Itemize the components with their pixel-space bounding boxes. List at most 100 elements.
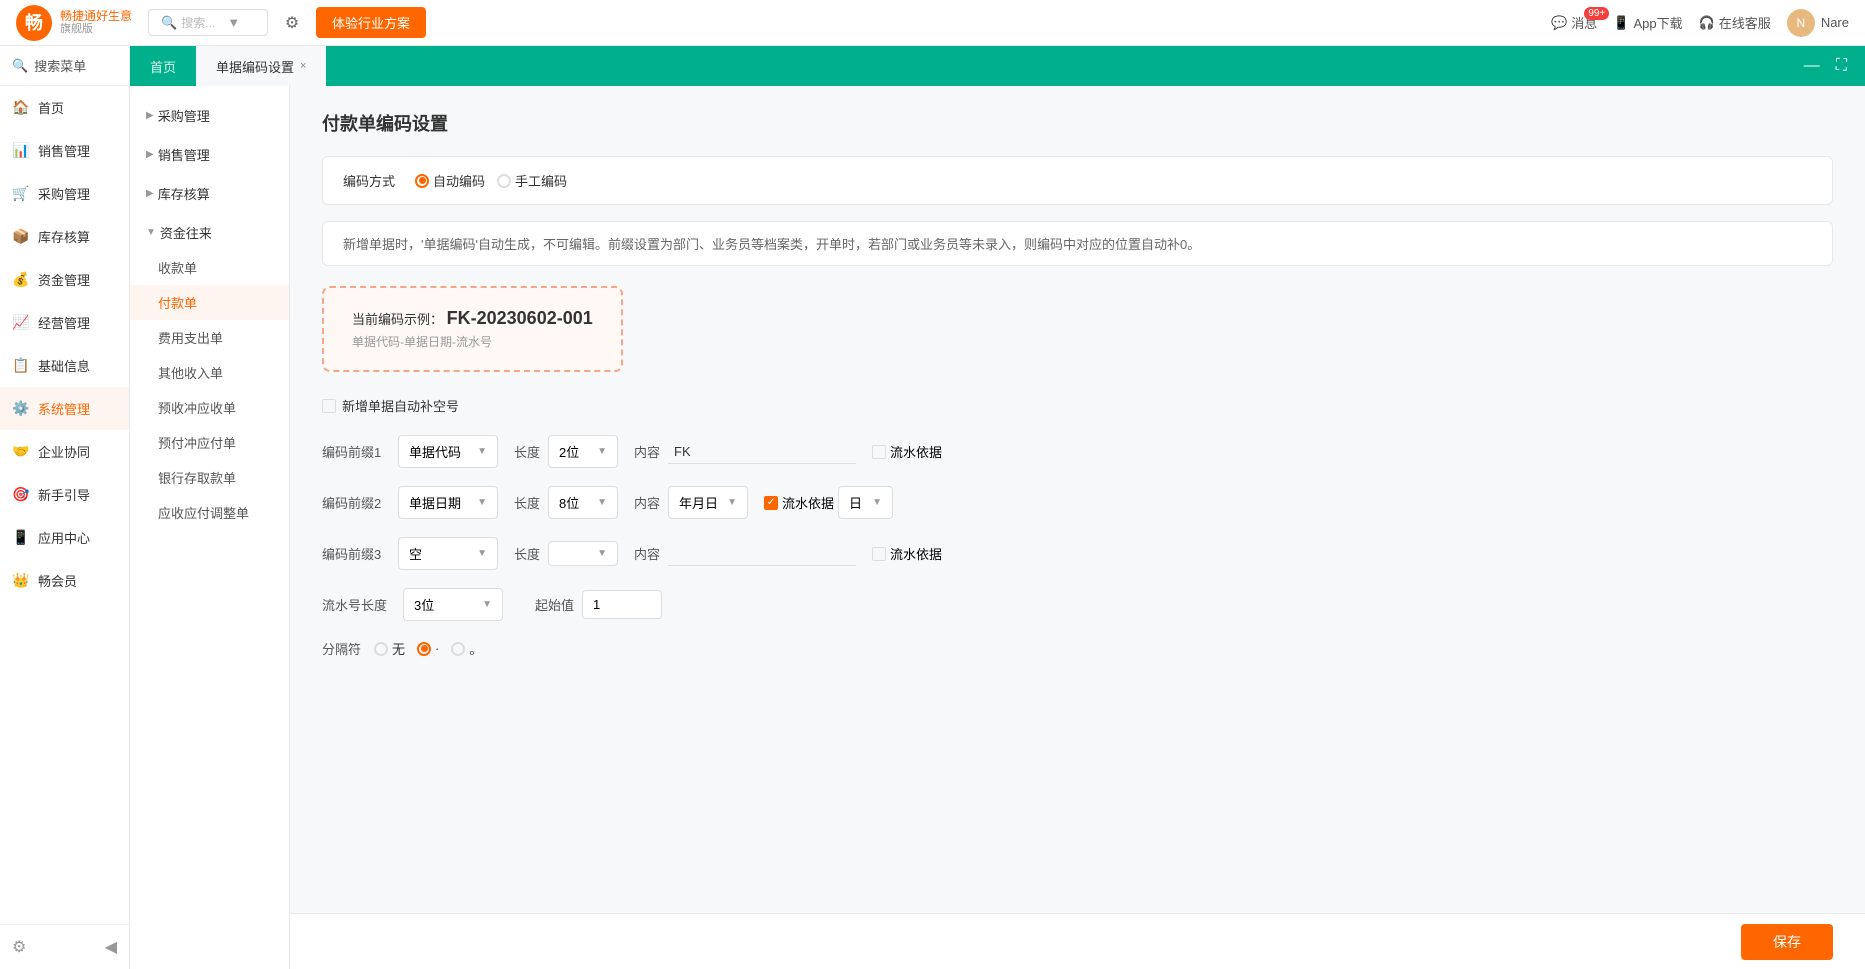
prefix3-select[interactable]: 空 ▼ bbox=[398, 537, 498, 570]
apps-icon: 📱 bbox=[12, 529, 30, 547]
gear-button[interactable]: ⚙ bbox=[276, 7, 308, 39]
minimize-button[interactable]: — bbox=[1798, 57, 1826, 75]
sep-dash-option[interactable]: · bbox=[417, 641, 439, 656]
length2-select[interactable]: 8位 ▼ bbox=[548, 486, 618, 519]
sidebar-search[interactable]: 🔍 搜索菜单 bbox=[0, 46, 129, 86]
sub-nav-header-sales[interactable]: ▶ 销售管理 bbox=[130, 137, 289, 172]
radio-manual-encode[interactable]: 手工编码 bbox=[497, 171, 567, 190]
content2-group: 内容 年月日 ▼ bbox=[634, 486, 748, 519]
sidebar-item-member[interactable]: 👑 畅会员 bbox=[0, 559, 129, 602]
sub-nav-item-bank[interactable]: 银行存取款单 bbox=[130, 460, 289, 495]
logo: 畅 畅捷通好生意 旗舰版 bbox=[16, 5, 132, 41]
top-bar-right: 💬 消息 99+ 📱 App下载 🎧 在线客服 N Nare bbox=[1551, 9, 1849, 37]
prefix1-select[interactable]: 单据代码 ▼ bbox=[398, 435, 498, 468]
fund-icon: 💰 bbox=[12, 271, 30, 289]
chevron-right-icon: ▶ bbox=[146, 110, 154, 121]
sidebar-item-apps[interactable]: 📱 应用中心 bbox=[0, 516, 129, 559]
content1-label: 内容 bbox=[634, 442, 660, 461]
start-value-group: 起始值 bbox=[535, 590, 662, 619]
maximize-button[interactable]: ⛶ bbox=[1830, 57, 1853, 75]
auto-fill-checkbox[interactable] bbox=[322, 399, 336, 413]
sidebar-item-fund[interactable]: 💰 资金管理 bbox=[0, 258, 129, 301]
content1-input[interactable] bbox=[668, 440, 856, 464]
chevron-down-icon: ▼ bbox=[482, 599, 492, 610]
settings-icon[interactable]: ⚙ bbox=[12, 937, 26, 957]
prefix2-select[interactable]: 单据日期 ▼ bbox=[398, 486, 498, 519]
purchase-icon: 🛒 bbox=[12, 185, 30, 203]
sub-nav-item-payment[interactable]: 付款单 bbox=[130, 285, 289, 320]
content3-input[interactable] bbox=[668, 542, 856, 566]
message-badge: 99+ bbox=[1584, 7, 1609, 20]
tab-close-icon[interactable]: × bbox=[300, 60, 306, 72]
sidebar-item-sales[interactable]: 📊 销售管理 bbox=[0, 129, 129, 172]
serial-length-row: 流水号长度 3位 ▼ 起始值 bbox=[322, 588, 1833, 621]
sidebar-item-guide[interactable]: 🎯 新手引导 bbox=[0, 473, 129, 516]
sub-nav-item-adjustment[interactable]: 应收应付调整单 bbox=[130, 495, 289, 530]
content2-select[interactable]: 年月日 ▼ bbox=[668, 486, 748, 519]
sub-nav: ▶ 采购管理 ▶ 销售管理 ▶ 库存核算 bbox=[130, 86, 290, 969]
length2-label: 长度 bbox=[514, 493, 540, 512]
sidebar-bottom: ⚙ ◀ bbox=[0, 924, 129, 969]
cooperation-icon: 🤝 bbox=[12, 443, 30, 461]
sidebar-item-inventory[interactable]: 📦 库存核算 bbox=[0, 215, 129, 258]
sidebar-item-cooperation[interactable]: 🤝 企业协同 bbox=[0, 430, 129, 473]
search-icon: 🔍 bbox=[12, 58, 28, 74]
tab-home[interactable]: 首页 bbox=[130, 46, 196, 86]
form-wrapper: 付款单编码设置 编码方式 自动编码 手工编码 bbox=[290, 86, 1865, 969]
sub-nav-group-sales: ▶ 销售管理 bbox=[130, 137, 289, 172]
sub-nav-item-expense[interactable]: 费用支出单 bbox=[130, 320, 289, 355]
online-service-button[interactable]: 🎧 在线客服 bbox=[1699, 13, 1771, 32]
save-button[interactable]: 保存 bbox=[1741, 924, 1833, 960]
chevron-down-icon: ▼ bbox=[477, 548, 487, 559]
sep-none-radio bbox=[374, 642, 388, 656]
sub-nav-header-fund[interactable]: ▼ 资金往来 bbox=[130, 215, 289, 250]
prefix1-row: 编码前缀1 单据代码 ▼ 长度 2位 ▼ bbox=[322, 435, 1833, 468]
sub-nav-item-receipt[interactable]: 收款单 bbox=[130, 250, 289, 285]
basic-icon: 📋 bbox=[12, 357, 30, 375]
content1-group: 内容 bbox=[634, 440, 856, 464]
prefix1-label: 编码前缀1 bbox=[322, 442, 382, 461]
sub-nav-header-inventory[interactable]: ▶ 库存核算 bbox=[130, 176, 289, 211]
auto-fill-row: 新增单据自动补空号 bbox=[322, 396, 1833, 415]
serial1-checkbox[interactable] bbox=[872, 445, 886, 459]
tab-settings[interactable]: 单据编码设置 × bbox=[196, 46, 326, 86]
start-value-input[interactable] bbox=[582, 590, 662, 619]
serial2-checkbox[interactable]: ✓ bbox=[764, 496, 778, 510]
sub-nav-header-purchase[interactable]: ▶ 采购管理 bbox=[130, 98, 289, 133]
avatar: N bbox=[1787, 9, 1815, 37]
sidebar-item-system[interactable]: ⚙️ 系统管理 bbox=[0, 387, 129, 430]
serial3-checkbox[interactable] bbox=[872, 547, 886, 561]
sub-nav-item-pre-collect[interactable]: 预收冲应收单 bbox=[130, 390, 289, 425]
nav-search[interactable]: 🔍 搜索... ▼ bbox=[148, 9, 268, 36]
collapse-icon[interactable]: ◀ bbox=[105, 937, 117, 957]
sales-icon: 📊 bbox=[12, 142, 30, 160]
separator-label: 分隔符 bbox=[322, 639, 362, 658]
sep-dot-option[interactable]: 。 bbox=[451, 639, 482, 658]
length1-select[interactable]: 2位 ▼ bbox=[548, 435, 618, 468]
length3-select[interactable]: ▼ bbox=[548, 541, 618, 566]
serial-length-label: 流水号长度 bbox=[322, 595, 387, 614]
serial3-group: 流水依据 bbox=[872, 544, 942, 563]
sidebar-item-basic[interactable]: 📋 基础信息 bbox=[0, 344, 129, 387]
length1-label: 长度 bbox=[514, 442, 540, 461]
length1-group: 长度 2位 ▼ bbox=[514, 435, 618, 468]
sub-nav-item-other-income[interactable]: 其他收入单 bbox=[130, 355, 289, 390]
chevron-down-icon: ▼ bbox=[597, 497, 607, 508]
solution-button[interactable]: 体验行业方案 bbox=[316, 7, 426, 38]
sidebar-item-home[interactable]: 🏠 首页 bbox=[0, 86, 129, 129]
radio-auto-encode[interactable]: 自动编码 bbox=[415, 171, 485, 190]
app-download-button[interactable]: 📱 App下载 bbox=[1613, 13, 1682, 32]
separator-row: 分隔符 无 · 。 bbox=[322, 639, 1833, 658]
length3-group: 长度 ▼ bbox=[514, 541, 618, 566]
serial-length-select[interactable]: 3位 ▼ bbox=[403, 588, 503, 621]
message-button[interactable]: 💬 消息 99+ bbox=[1551, 13, 1597, 32]
search-icon: 🔍 bbox=[161, 15, 177, 31]
user-profile[interactable]: N Nare bbox=[1787, 9, 1849, 37]
teal-tab-bar: 首页 单据编码设置 × — ⛶ bbox=[130, 46, 1865, 86]
serial2-value-select[interactable]: 日 ▼ bbox=[838, 486, 893, 519]
sub-nav-item-pre-pay[interactable]: 预付冲应付单 bbox=[130, 425, 289, 460]
svg-text:畅: 畅 bbox=[25, 12, 43, 33]
sep-none-option[interactable]: 无 bbox=[374, 639, 405, 658]
sidebar-item-purchase[interactable]: 🛒 采购管理 bbox=[0, 172, 129, 215]
sidebar-item-operations[interactable]: 📈 经营管理 bbox=[0, 301, 129, 344]
